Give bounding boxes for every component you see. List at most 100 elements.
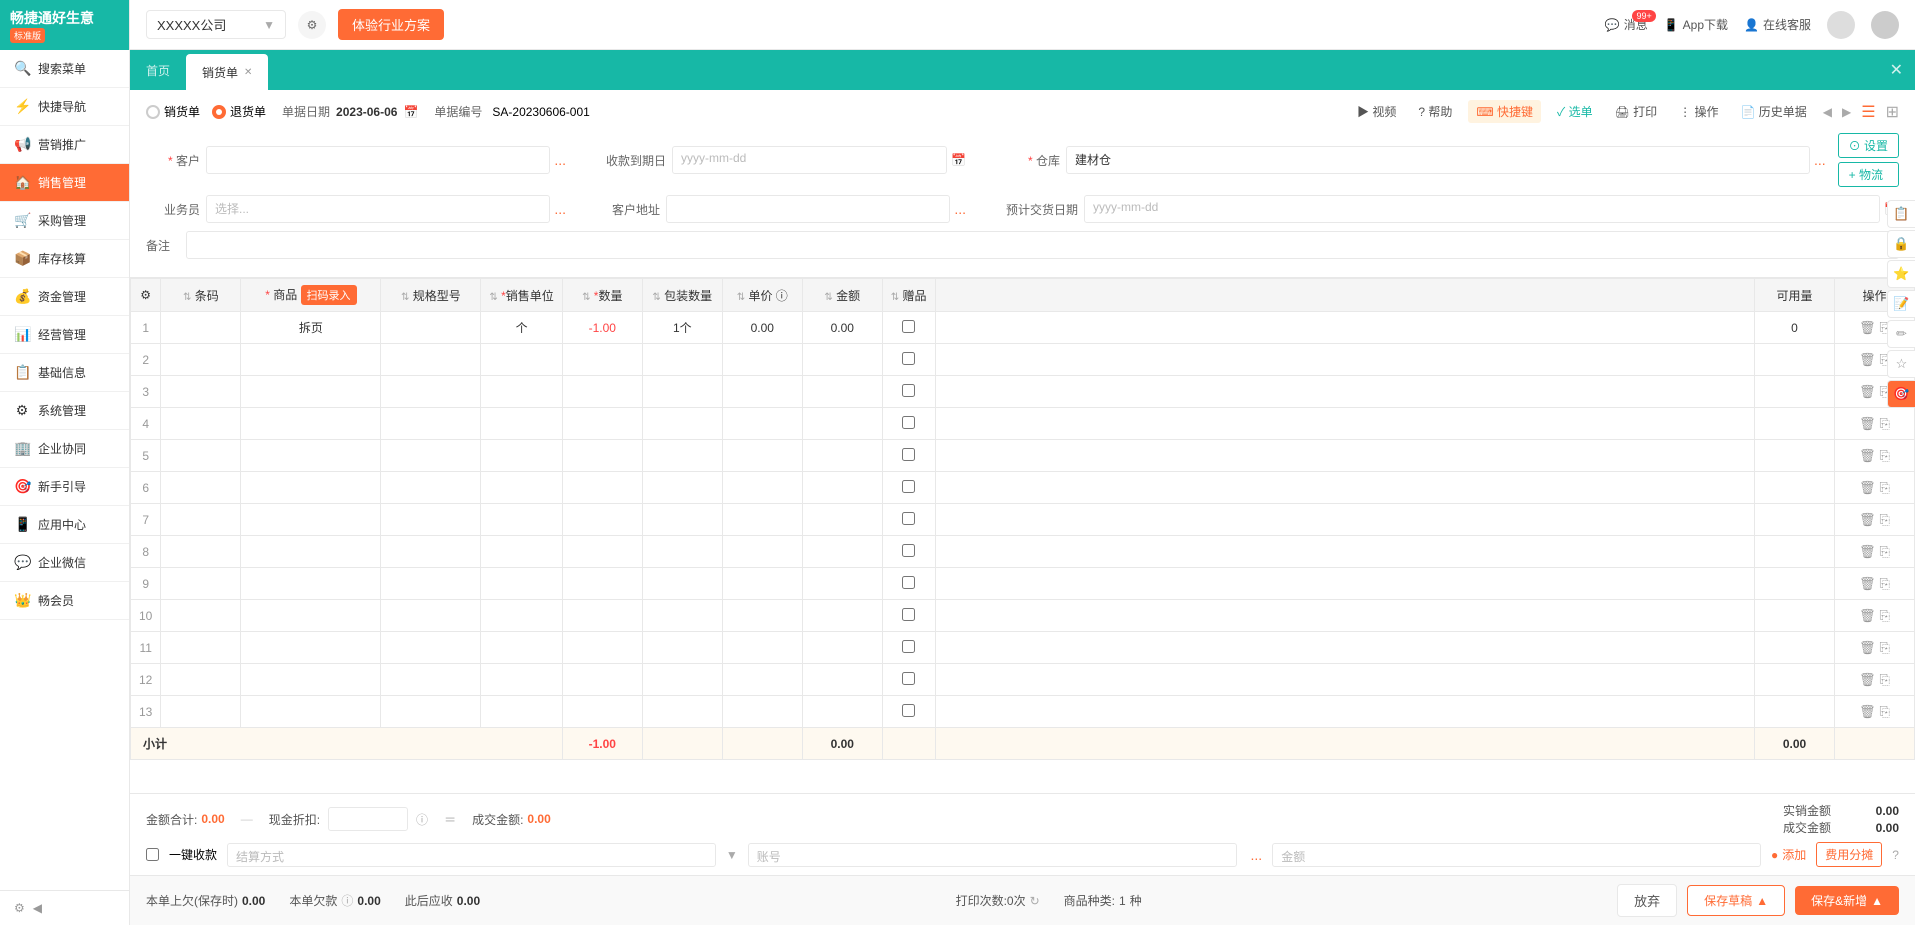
customer-addr-input[interactable] (666, 195, 950, 223)
row-qty[interactable] (562, 632, 642, 664)
float-btn-6[interactable]: ☆ (1887, 350, 1915, 378)
row-qty[interactable] (562, 536, 642, 568)
scan-button[interactable]: 扫码录入 (301, 285, 357, 305)
sidebar-item-search[interactable]: 🔍搜索菜单 (0, 50, 129, 88)
add-label[interactable]: 添加 (1782, 846, 1806, 863)
logistics-button[interactable]: + 物流 (1838, 162, 1899, 187)
row-product[interactable] (241, 664, 381, 696)
row-gift[interactable] (882, 664, 935, 696)
row-qty[interactable]: -1.00 (562, 312, 642, 344)
row-barcode[interactable] (161, 696, 241, 728)
row-qty[interactable] (562, 696, 642, 728)
row-delete-icon[interactable]: 🗑 (1859, 448, 1876, 464)
nav-prev-icon[interactable]: ◀ (1823, 105, 1832, 119)
row-unit-price[interactable] (722, 344, 802, 376)
row-amount[interactable] (802, 568, 882, 600)
salesperson-dots[interactable]: ... (554, 201, 566, 217)
row-unit[interactable] (481, 408, 562, 440)
float-btn-4[interactable]: 📝 (1887, 290, 1915, 318)
row-spec[interactable] (381, 440, 481, 472)
row-copy-icon[interactable]: ⎘ (1880, 544, 1890, 560)
row-delete-icon[interactable]: 🗑 (1859, 384, 1876, 400)
sidebar-item-purchase-mgmt[interactable]: 🛒采购管理 (0, 202, 129, 240)
return-type-radio[interactable]: 退货单 (212, 103, 266, 120)
row-qty[interactable] (562, 344, 642, 376)
sidebar-item-quick-nav[interactable]: ⚡快捷导航 (0, 88, 129, 126)
settings-icon[interactable]: ⚙ (14, 901, 25, 915)
row-amount[interactable] (802, 472, 882, 504)
row-unit-price[interactable] (722, 632, 802, 664)
row-unit[interactable] (481, 600, 562, 632)
row-product[interactable] (241, 696, 381, 728)
payment-calendar-icon[interactable]: 📅 (951, 153, 966, 167)
row-amount[interactable] (802, 696, 882, 728)
sort-amount[interactable]: ⇅ (824, 292, 832, 303)
row-delete-icon[interactable]: 🗑 (1859, 480, 1876, 496)
row-delete-icon[interactable]: 🗑 (1859, 672, 1876, 688)
row-product[interactable] (241, 376, 381, 408)
row-unit[interactable] (481, 376, 562, 408)
row-delete-icon[interactable]: 🗑 (1859, 608, 1876, 624)
row-unit[interactable] (481, 632, 562, 664)
row-pkg-qty[interactable] (642, 632, 722, 664)
sort-spec[interactable]: ⇅ (401, 292, 409, 303)
row-pkg-qty[interactable] (642, 568, 722, 600)
row-unit[interactable] (481, 440, 562, 472)
row-unit-price[interactable] (722, 408, 802, 440)
float-btn-5[interactable]: ✏ (1887, 320, 1915, 348)
float-btn-orange[interactable]: 🎯 (1887, 380, 1915, 408)
row-delete-icon[interactable]: 🗑 (1859, 416, 1876, 432)
row-unit-price[interactable] (722, 664, 802, 696)
row-qty[interactable] (562, 408, 642, 440)
row-unit-price[interactable] (722, 568, 802, 600)
row-barcode[interactable] (161, 472, 241, 504)
sidebar-item-marketing[interactable]: 📢营销推广 (0, 126, 129, 164)
tab-close-icon[interactable]: ✕ (244, 67, 252, 78)
row-qty[interactable] (562, 504, 642, 536)
row-copy-icon[interactable]: ⎘ (1880, 512, 1890, 528)
row-barcode[interactable] (161, 440, 241, 472)
row-barcode[interactable] (161, 312, 241, 344)
account-dots[interactable]: ... (1251, 847, 1263, 863)
row-product[interactable] (241, 472, 381, 504)
row-pkg-qty[interactable]: 1个 (642, 312, 722, 344)
sidebar-item-enterprise[interactable]: 🏢企业协同 (0, 430, 129, 468)
row-pkg-qty[interactable] (642, 440, 722, 472)
row-barcode[interactable] (161, 600, 241, 632)
video-action-btn[interactable]: ▶ 视频 (1351, 101, 1402, 122)
row-unit-price[interactable] (722, 376, 802, 408)
row-unit[interactable] (481, 664, 562, 696)
row-spec[interactable] (381, 696, 481, 728)
sidebar-item-sales-mgmt[interactable]: 🏠销售管理 (0, 164, 129, 202)
row-delete-icon[interactable]: 🗑 (1859, 576, 1876, 592)
warehouse-dots[interactable]: ... (1814, 152, 1826, 168)
nav-next-icon[interactable]: ▶ (1842, 105, 1851, 119)
row-delete-icon[interactable]: 🗑 (1859, 320, 1876, 336)
account-no-input[interactable]: 账号 (748, 843, 1237, 867)
row-gift[interactable] (882, 344, 935, 376)
row-copy-icon[interactable]: ⎘ (1880, 672, 1890, 688)
row-product[interactable] (241, 440, 381, 472)
expense-help-icon[interactable]: ? (1892, 848, 1899, 862)
delivery-date-input[interactable]: yyyy-mm-dd (1084, 195, 1880, 223)
sort-price[interactable]: ⇅ (737, 292, 745, 303)
row-spec[interactable] (381, 568, 481, 600)
settings-gear-button[interactable]: ⚙ (298, 11, 326, 39)
salesperson-input[interactable]: 选择... (206, 195, 550, 223)
sales-type-radio[interactable]: 销货单 (146, 103, 200, 120)
row-spec[interactable] (381, 600, 481, 632)
row-product[interactable] (241, 632, 381, 664)
customer-dots[interactable]: ... (554, 152, 566, 168)
row-gift[interactable] (882, 440, 935, 472)
row-spec[interactable] (381, 344, 481, 376)
row-spec[interactable] (381, 408, 481, 440)
row-gift[interactable] (882, 312, 935, 344)
row-spec[interactable] (381, 632, 481, 664)
sort-unit[interactable]: ⇅ (489, 292, 497, 303)
sort-gift[interactable]: ⇅ (891, 292, 899, 303)
online-service-button[interactable]: 👤 在线客服 (1744, 16, 1811, 33)
row-barcode[interactable] (161, 664, 241, 696)
row-gift[interactable] (882, 600, 935, 632)
one-click-payment-checkbox[interactable] (146, 848, 159, 861)
customer-addr-dots[interactable]: ... (954, 201, 966, 217)
